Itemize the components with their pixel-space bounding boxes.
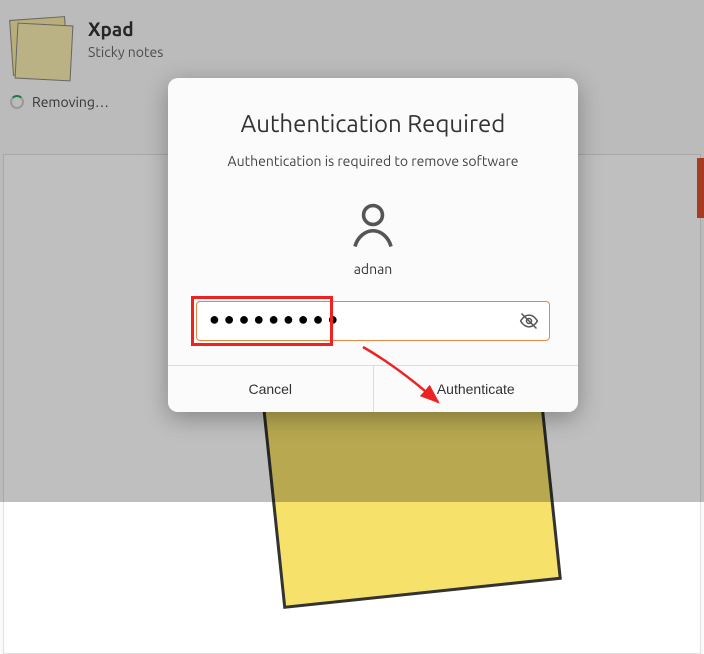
auth-dialog: Authentication Required Authentication i… (168, 78, 578, 412)
dialog-title: Authentication Required (196, 110, 550, 137)
user-icon (196, 197, 550, 251)
password-field-wrap (196, 301, 550, 341)
eye-off-icon (519, 311, 539, 331)
user-name: adnan (196, 261, 550, 277)
dialog-buttons: Cancel Authenticate (168, 365, 578, 412)
password-input[interactable] (197, 302, 509, 340)
authenticate-button[interactable]: Authenticate (373, 366, 579, 412)
dialog-message: Authentication is required to remove sof… (196, 153, 550, 169)
cancel-button[interactable]: Cancel (168, 366, 373, 412)
toggle-visibility-button[interactable] (509, 301, 549, 341)
